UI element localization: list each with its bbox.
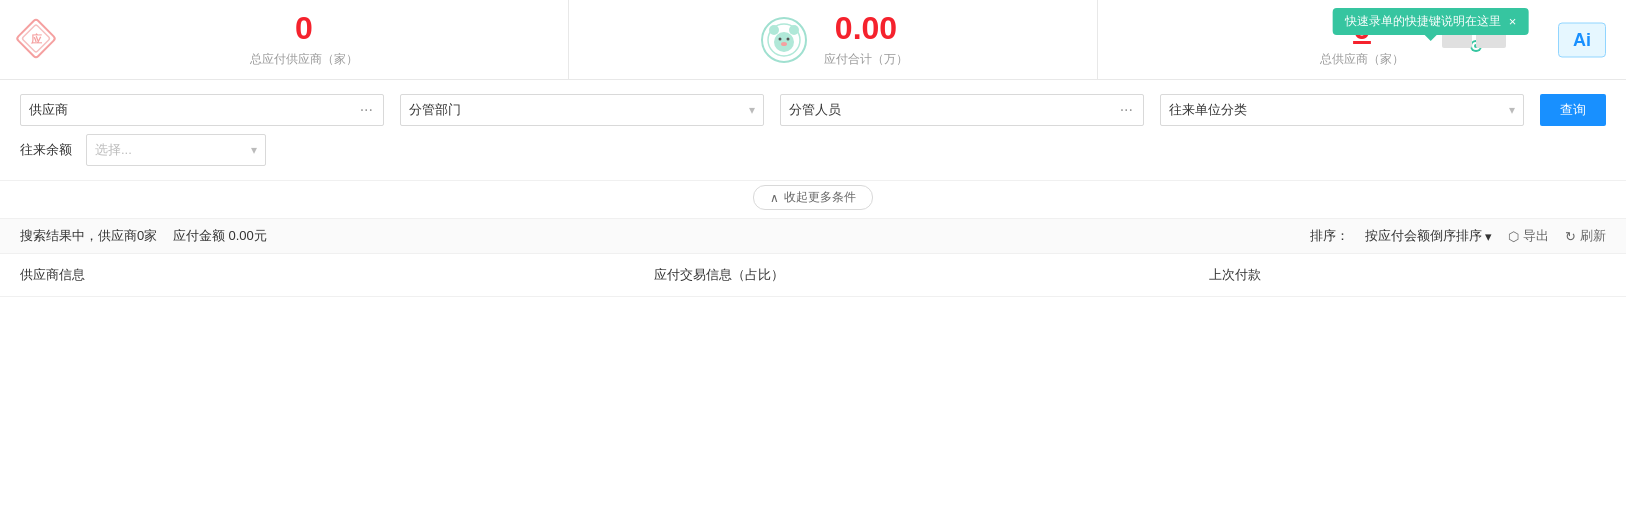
export-button[interactable]: ⬡ 导出 <box>1508 227 1549 245</box>
svg-point-6 <box>789 25 799 35</box>
sort-arrow: ▾ <box>1485 229 1492 244</box>
ai-badge[interactable]: Ai <box>1558 22 1606 57</box>
result-text: 搜索结果中，供应商0家 <box>20 228 157 243</box>
stat-mid-text: 0.00 应付合计（万） <box>824 11 908 67</box>
svg-point-8 <box>779 37 782 40</box>
supplier-input[interactable] <box>74 103 358 118</box>
collapse-button[interactable]: ∧ 收起更多条件 <box>753 185 873 210</box>
supplier-filter[interactable]: 供应商 ··· <box>20 94 384 126</box>
result-bar: 搜索结果中，供应商0家 应付金额 0.00元 排序： 按应付会额倒序排序 ▾ ⬡… <box>0 218 1626 254</box>
stat-payable-total: 0.00 应付合计（万） <box>569 0 1098 79</box>
department-label: 分管部门 <box>409 101 461 119</box>
unit-class-label: 往来单位分类 <box>1169 101 1247 119</box>
person-dots[interactable]: ··· <box>1118 101 1135 119</box>
bear-icon <box>758 14 810 66</box>
collapse-icon: ∧ <box>770 191 779 205</box>
unit-class-input[interactable] <box>1253 103 1509 118</box>
filter-row-2: 往来余额 选择... ▾ <box>20 134 1606 166</box>
stats-bar: 应 0 总应付供应商（家） 0.00 应付合计（万） 快速录单的快捷键说明 <box>0 0 1626 80</box>
total-suppliers-label: 总供应商（家） <box>1320 51 1404 68</box>
tooltip-text: 快速录单的快捷键说明在这里 <box>1345 13 1501 30</box>
query-button[interactable]: 查询 <box>1540 94 1606 126</box>
payable-total-label: 应付合计（万） <box>824 51 908 68</box>
sort-select[interactable]: 按应付会额倒序排序 ▾ <box>1365 227 1492 245</box>
export-label: 导出 <box>1523 227 1549 245</box>
balance-label: 往来余额 <box>20 141 72 159</box>
balance-placeholder: 选择... <box>95 141 251 159</box>
refresh-button[interactable]: ↻ 刷新 <box>1565 227 1606 245</box>
diamond-icon: 应 <box>14 16 58 60</box>
stat-total-suppliers: 快速录单的快捷键说明在这里 × 0 总供应商（家） Ai <box>1098 0 1626 79</box>
department-input[interactable] <box>467 103 749 118</box>
person-label: 分管人员 <box>789 101 841 119</box>
tooltip-close-button[interactable]: × <box>1509 15 1517 28</box>
sort-label: 排序： <box>1310 227 1349 245</box>
stat-total-payable: 应 0 总应付供应商（家） <box>0 0 569 79</box>
result-actions: 排序： 按应付会额倒序排序 ▾ ⬡ 导出 ↻ 刷新 <box>1310 227 1606 245</box>
sort-value: 按应付会额倒序排序 <box>1365 227 1482 245</box>
export-icon: ⬡ <box>1508 229 1519 244</box>
total-payable-label: 总应付供应商（家） <box>250 51 358 68</box>
person-filter[interactable]: 分管人员 ··· <box>780 94 1144 126</box>
refresh-label: 刷新 <box>1580 227 1606 245</box>
collapse-bar: ∧ 收起更多条件 <box>0 181 1626 218</box>
result-amount: 应付金额 0.00元 <box>173 228 267 243</box>
payable-total-number: 0.00 <box>835 11 897 46</box>
svg-point-9 <box>787 37 790 40</box>
col-transaction: 应付交易信息（占比） <box>654 266 1209 284</box>
filter-bar: 供应商 ··· 分管部门 ▾ 分管人员 ··· 往来单位分类 ▾ 查询 往来余额… <box>0 80 1626 181</box>
refresh-icon: ↻ <box>1565 229 1576 244</box>
person-input[interactable] <box>847 103 1118 118</box>
svg-text:应: 应 <box>31 32 43 44</box>
table-body <box>0 297 1626 515</box>
filter-row-1: 供应商 ··· 分管部门 ▾ 分管人员 ··· 往来单位分类 ▾ 查询 <box>20 94 1606 126</box>
department-arrow[interactable]: ▾ <box>749 103 755 117</box>
supplier-label: 供应商 <box>29 101 68 119</box>
collapse-label: 收起更多条件 <box>784 189 856 206</box>
balance-select[interactable]: 选择... ▾ <box>86 134 266 166</box>
total-payable-number: 0 <box>295 11 313 46</box>
col-supplier: 供应商信息 <box>20 266 654 284</box>
tooltip-bubble: 快速录单的快捷键说明在这里 × <box>1333 8 1529 35</box>
table-header: 供应商信息 应付交易信息（占比） 上次付款 <box>0 254 1626 297</box>
svg-point-5 <box>769 25 779 35</box>
col-lastpay: 上次付款 <box>1209 266 1606 284</box>
balance-arrow: ▾ <box>251 143 257 157</box>
unit-class-arrow[interactable]: ▾ <box>1509 103 1515 117</box>
supplier-dots[interactable]: ··· <box>358 101 375 119</box>
department-filter[interactable]: 分管部门 ▾ <box>400 94 764 126</box>
svg-point-10 <box>781 42 787 46</box>
result-summary: 搜索结果中，供应商0家 应付金额 0.00元 <box>20 227 1310 245</box>
unit-class-filter[interactable]: 往来单位分类 ▾ <box>1160 94 1524 126</box>
